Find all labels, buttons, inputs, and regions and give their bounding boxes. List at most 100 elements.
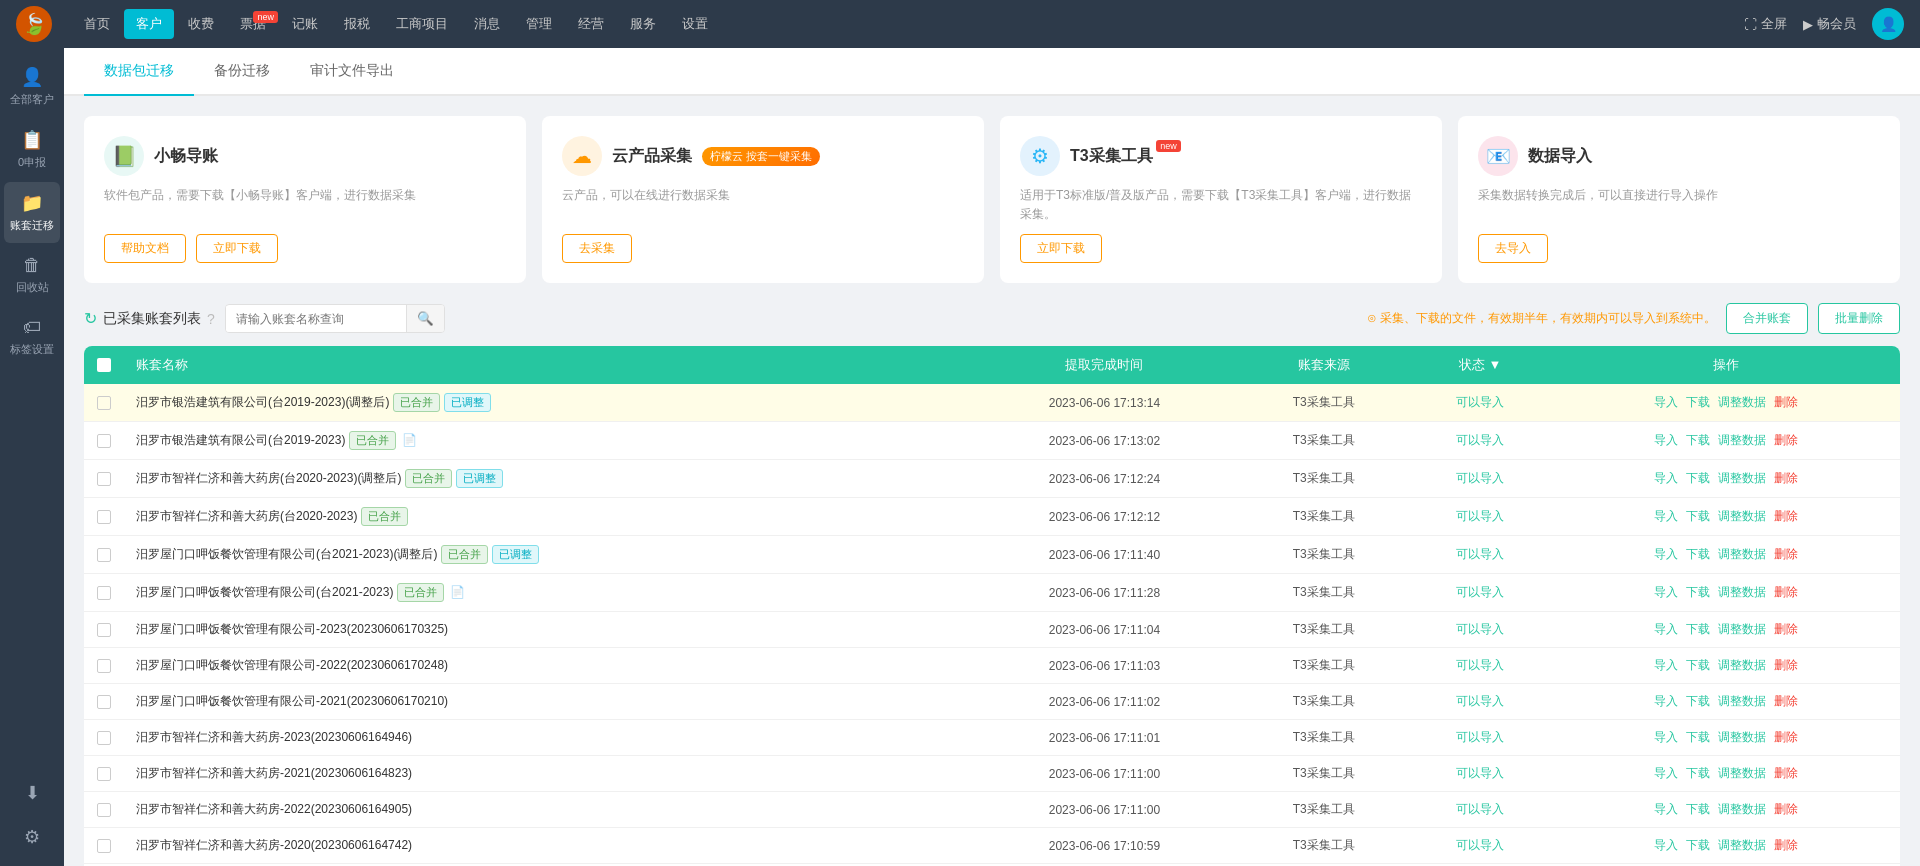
action-删除[interactable]: 删除 [1774, 585, 1798, 599]
action-导入[interactable]: 导入 [1654, 730, 1678, 744]
action-下载[interactable]: 下载 [1686, 547, 1710, 561]
sidebar-item-zero-declare[interactable]: 📋 0申报 [4, 119, 60, 180]
sidebar-item-tags[interactable]: 🏷 标签设置 [4, 307, 60, 367]
action-导入[interactable]: 导入 [1654, 622, 1678, 636]
sidebar-item-settings[interactable]: ⚙ [4, 816, 60, 858]
row-checkbox[interactable] [97, 767, 111, 781]
row-checkbox[interactable] [97, 472, 111, 486]
action-下载[interactable]: 下载 [1686, 802, 1710, 816]
action-调整数据[interactable]: 调整数据 [1718, 694, 1766, 708]
nav-item-tax[interactable]: 报税 [332, 9, 382, 39]
nav-item-manage[interactable]: 管理 [514, 9, 564, 39]
avatar[interactable]: 👤 [1872, 8, 1904, 40]
action-删除[interactable]: 删除 [1774, 471, 1798, 485]
action-调整数据[interactable]: 调整数据 [1718, 730, 1766, 744]
action-下载[interactable]: 下载 [1686, 730, 1710, 744]
row-checkbox[interactable] [97, 803, 111, 817]
row-checkbox[interactable] [97, 695, 111, 709]
logo[interactable]: 🍃 [16, 6, 52, 42]
download-now-btn-2[interactable]: 立即下载 [1020, 234, 1102, 263]
action-调整数据[interactable]: 调整数据 [1718, 585, 1766, 599]
action-下载[interactable]: 下载 [1686, 694, 1710, 708]
nav-item-operations[interactable]: 经营 [566, 9, 616, 39]
action-下载[interactable]: 下载 [1686, 471, 1710, 485]
action-删除[interactable]: 删除 [1774, 730, 1798, 744]
tab-audit-export[interactable]: 审计文件导出 [290, 48, 414, 96]
nav-item-fees[interactable]: 收费 [176, 9, 226, 39]
action-下载[interactable]: 下载 [1686, 766, 1710, 780]
action-导入[interactable]: 导入 [1654, 585, 1678, 599]
download-now-btn-1[interactable]: 立即下载 [196, 234, 278, 263]
row-checkbox[interactable] [97, 548, 111, 562]
action-删除[interactable]: 删除 [1774, 658, 1798, 672]
action-下载[interactable]: 下载 [1686, 509, 1710, 523]
action-导入[interactable]: 导入 [1654, 433, 1678, 447]
batch-delete-btn[interactable]: 批量删除 [1818, 303, 1900, 334]
action-导入[interactable]: 导入 [1654, 509, 1678, 523]
row-checkbox[interactable] [97, 396, 111, 410]
merge-accounts-btn[interactable]: 合并账套 [1726, 303, 1808, 334]
action-下载[interactable]: 下载 [1686, 585, 1710, 599]
action-调整数据[interactable]: 调整数据 [1718, 547, 1766, 561]
action-导入[interactable]: 导入 [1654, 838, 1678, 852]
nav-item-invoice[interactable]: 票据 new [228, 9, 278, 39]
nav-item-customers[interactable]: 客户 [124, 9, 174, 39]
row-checkbox[interactable] [97, 839, 111, 853]
go-collect-btn[interactable]: 去采集 [562, 234, 632, 263]
nav-item-bookkeeping[interactable]: 记账 [280, 9, 330, 39]
action-导入[interactable]: 导入 [1654, 766, 1678, 780]
search-input[interactable] [226, 306, 406, 332]
action-删除[interactable]: 删除 [1774, 838, 1798, 852]
action-删除[interactable]: 删除 [1774, 433, 1798, 447]
select-all-checkbox[interactable] [97, 358, 111, 372]
refresh-icon[interactable]: ↻ [84, 309, 97, 328]
help-doc-btn[interactable]: 帮助文档 [104, 234, 186, 263]
action-导入[interactable]: 导入 [1654, 395, 1678, 409]
action-删除[interactable]: 删除 [1774, 694, 1798, 708]
col-status[interactable]: 状态 ▼ [1409, 346, 1552, 384]
action-下载[interactable]: 下载 [1686, 658, 1710, 672]
action-调整数据[interactable]: 调整数据 [1718, 838, 1766, 852]
action-调整数据[interactable]: 调整数据 [1718, 802, 1766, 816]
row-checkbox[interactable] [97, 659, 111, 673]
action-调整数据[interactable]: 调整数据 [1718, 471, 1766, 485]
go-import-btn[interactable]: 去导入 [1478, 234, 1548, 263]
sidebar-item-migrate[interactable]: 📁 账套迁移 [4, 182, 60, 243]
sidebar-item-all-customers[interactable]: 👤 全部客户 [4, 56, 60, 117]
nav-item-home[interactable]: 首页 [72, 9, 122, 39]
action-导入[interactable]: 导入 [1654, 802, 1678, 816]
search-button[interactable]: 🔍 [406, 305, 444, 332]
help-icon[interactable]: ? [207, 311, 215, 327]
action-下载[interactable]: 下载 [1686, 838, 1710, 852]
fullscreen-btn[interactable]: ⛶ 全屏 [1744, 15, 1787, 33]
tab-backup-migration[interactable]: 备份迁移 [194, 48, 290, 96]
action-下载[interactable]: 下载 [1686, 622, 1710, 636]
action-调整数据[interactable]: 调整数据 [1718, 658, 1766, 672]
action-删除[interactable]: 删除 [1774, 802, 1798, 816]
row-checkbox[interactable] [97, 434, 111, 448]
action-下载[interactable]: 下载 [1686, 433, 1710, 447]
action-导入[interactable]: 导入 [1654, 547, 1678, 561]
row-checkbox[interactable] [97, 623, 111, 637]
action-导入[interactable]: 导入 [1654, 694, 1678, 708]
action-删除[interactable]: 删除 [1774, 509, 1798, 523]
action-删除[interactable]: 删除 [1774, 766, 1798, 780]
row-checkbox[interactable] [97, 731, 111, 745]
action-导入[interactable]: 导入 [1654, 658, 1678, 672]
action-调整数据[interactable]: 调整数据 [1718, 509, 1766, 523]
action-删除[interactable]: 删除 [1774, 395, 1798, 409]
action-调整数据[interactable]: 调整数据 [1718, 433, 1766, 447]
nav-item-messages[interactable]: 消息 [462, 9, 512, 39]
action-删除[interactable]: 删除 [1774, 622, 1798, 636]
member-btn[interactable]: ▶ 畅会员 [1803, 15, 1856, 33]
nav-item-service[interactable]: 服务 [618, 9, 668, 39]
tab-data-migration[interactable]: 数据包迁移 [84, 48, 194, 96]
nav-item-settings[interactable]: 设置 [670, 9, 720, 39]
nav-item-business[interactable]: 工商项目 [384, 9, 460, 39]
row-checkbox[interactable] [97, 510, 111, 524]
action-调整数据[interactable]: 调整数据 [1718, 766, 1766, 780]
action-调整数据[interactable]: 调整数据 [1718, 395, 1766, 409]
row-checkbox[interactable] [97, 586, 111, 600]
action-下载[interactable]: 下载 [1686, 395, 1710, 409]
action-导入[interactable]: 导入 [1654, 471, 1678, 485]
